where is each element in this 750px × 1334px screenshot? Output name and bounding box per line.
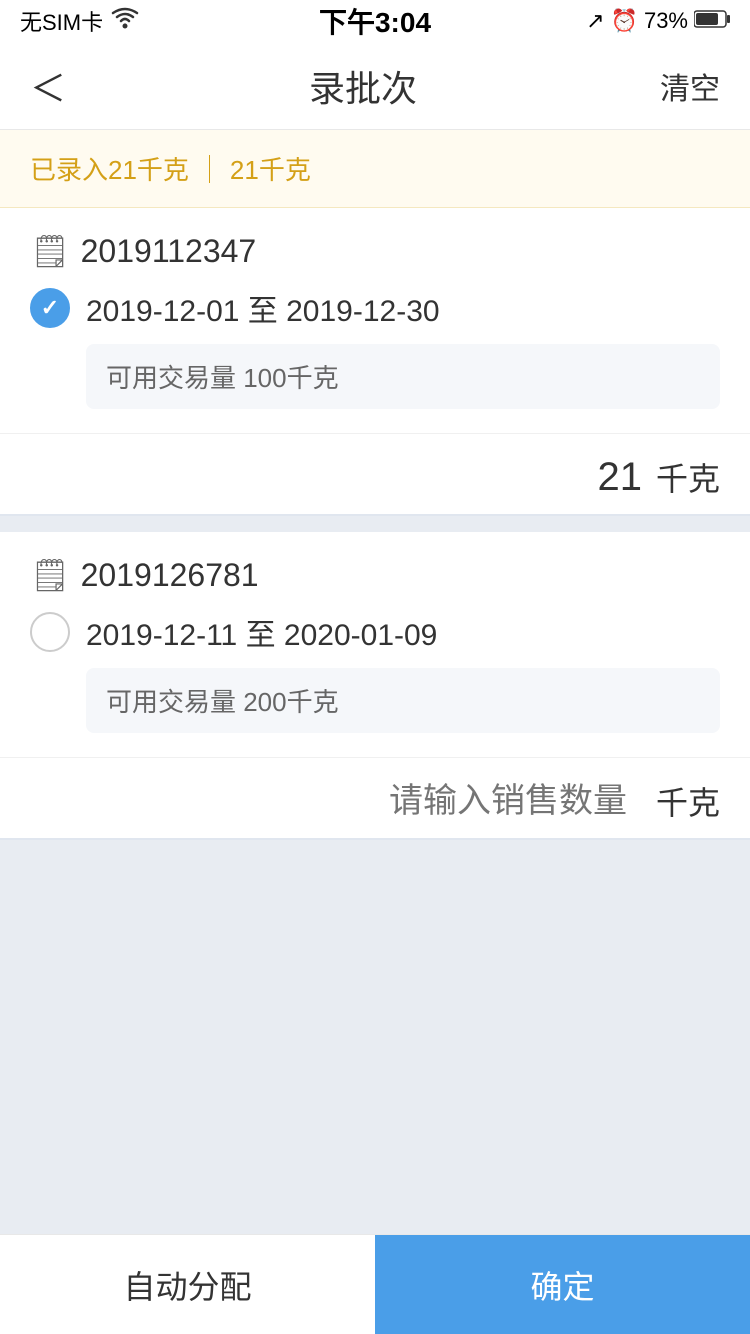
wifi-icon — [111, 7, 139, 35]
alarm-icon: ⏰ — [611, 8, 638, 34]
input-unit-2: 千克 — [656, 778, 720, 824]
batch-card-1: 🗒 2019112347 2019-12-01 至 2019-12-30 可用交… — [0, 208, 750, 434]
auto-distribute-button[interactable]: 自动分配 — [0, 1235, 375, 1334]
status-icons: ↗ ⏰ 73% — [586, 8, 730, 34]
batch1-date: 2019-12-01 至 2019-12-30 — [86, 286, 440, 330]
batch1-available: 可用交易量 100千克 — [86, 344, 720, 409]
batch1-icon: 🗒 — [30, 232, 71, 270]
batch2-icon: 🗒 — [30, 556, 71, 594]
battery-icon — [694, 8, 730, 34]
section-separator — [0, 516, 750, 532]
page-title: 录批次 — [309, 60, 417, 112]
confirm-button[interactable]: 确定 — [375, 1235, 750, 1334]
no-sim-text: 无SIM卡 — [20, 5, 103, 37]
input-row-2[interactable]: 千克 — [0, 758, 750, 840]
batch1-header: 🗒 2019112347 — [30, 232, 720, 270]
batch2-id: 2019126781 — [81, 557, 259, 594]
content-wrapper: 已录入21千克 21千克 🗒 2019112347 2019-12-01 至 2… — [0, 130, 750, 1334]
batch2-radio[interactable] — [30, 612, 70, 652]
batch-card-2: 🗒 2019126781 2019-12-11 至 2020-01-09 可用交… — [0, 532, 750, 758]
batch2-available: 可用交易量 200千克 — [86, 668, 720, 733]
quantity-value-1: 21 — [597, 455, 642, 500]
back-button[interactable]: ＜ — [30, 60, 66, 112]
status-signal: 无SIM卡 — [20, 5, 139, 37]
info-divider — [209, 155, 210, 183]
batch2-header: 🗒 2019126781 — [30, 556, 720, 594]
recorded-amount: 21千克 — [230, 150, 311, 187]
battery-text: 73% — [644, 8, 688, 34]
batch2-date: 2019-12-11 至 2020-01-09 — [86, 610, 437, 654]
nav-bar: ＜ 录批次 清空 — [0, 42, 750, 130]
batch1-radio[interactable] — [30, 288, 70, 328]
quantity-unit-1: 千克 — [656, 454, 720, 500]
status-time: 下午3:04 — [319, 1, 431, 41]
recorded-label: 已录入21千克 — [30, 150, 189, 187]
bottom-actions: 自动分配 确定 — [0, 1234, 750, 1334]
quantity-input-2[interactable] — [342, 782, 642, 821]
location-icon: ↗ — [586, 8, 604, 34]
info-banner: 已录入21千克 21千克 — [0, 130, 750, 208]
quantity-row-1: 21 千克 — [0, 434, 750, 516]
batch2-row[interactable]: 2019-12-11 至 2020-01-09 — [30, 610, 720, 654]
batch1-row[interactable]: 2019-12-01 至 2019-12-30 — [30, 286, 720, 330]
batch1-id: 2019112347 — [81, 233, 257, 270]
clear-button[interactable]: 清空 — [660, 64, 720, 108]
status-bar: 无SIM卡 下午3:04 ↗ ⏰ 73% — [0, 0, 750, 42]
